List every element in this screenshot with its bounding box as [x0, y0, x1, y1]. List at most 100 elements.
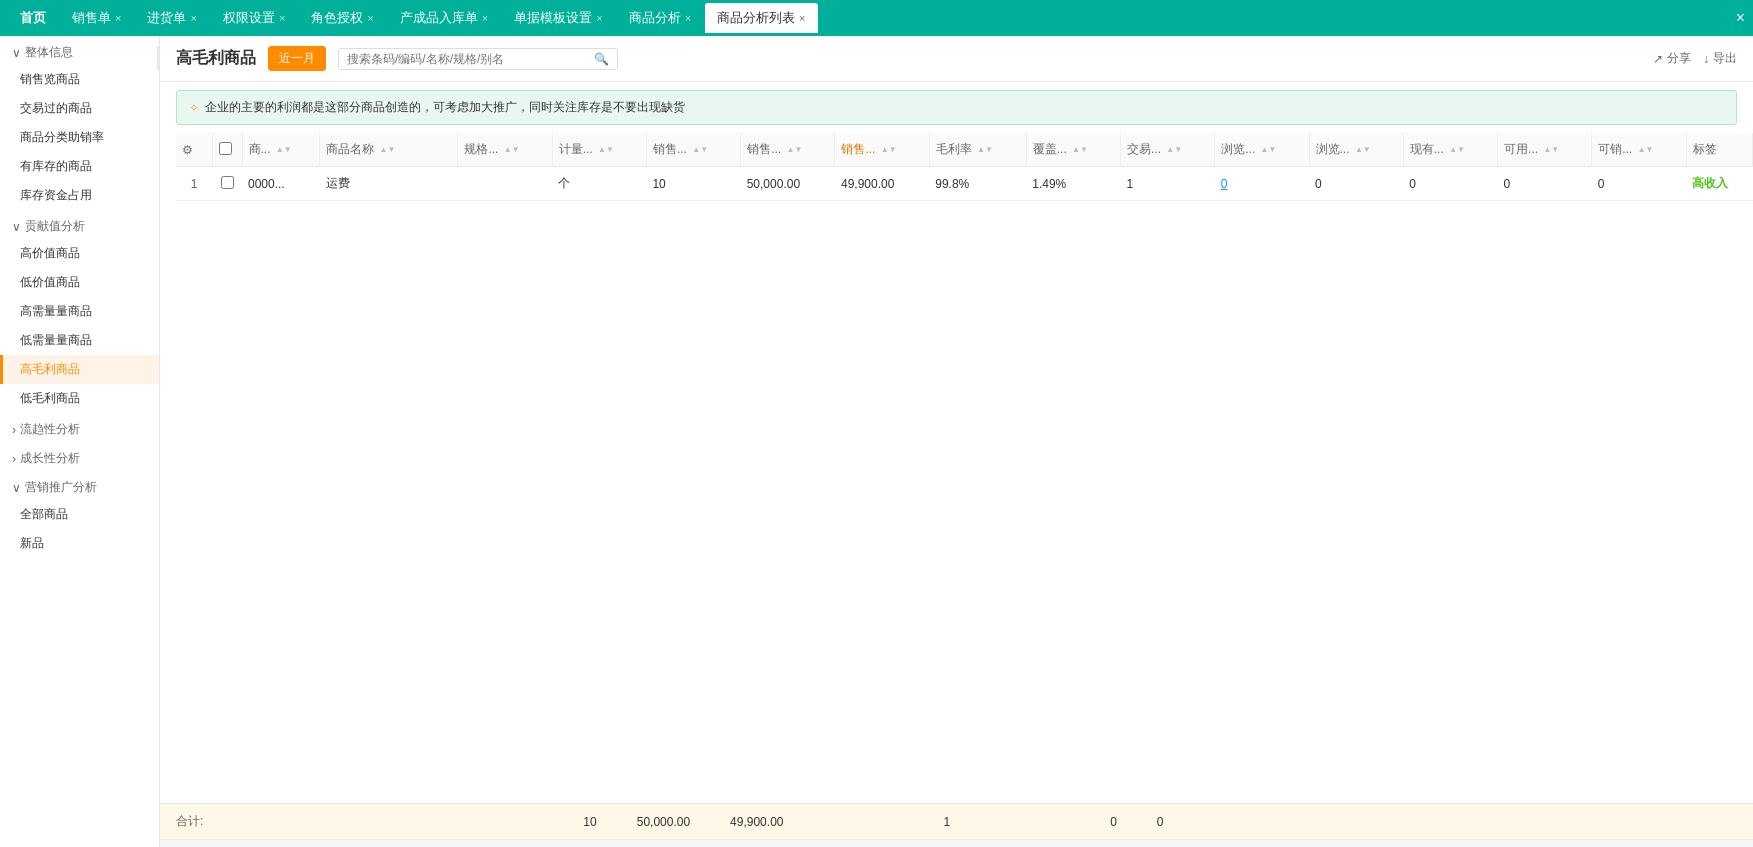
col-settings[interactable]: ⚙	[176, 133, 212, 167]
sidebar-item-goods-classification[interactable]: 商品分类助销率	[0, 123, 159, 152]
col-checkbox[interactable]	[212, 133, 242, 167]
tab-goods-analysis-list[interactable]: 商品分析列表 ×	[705, 3, 817, 33]
col-sales-qty[interactable]: 销售... ▲▼	[646, 133, 740, 167]
col-saleable-stock-sort[interactable]: ▲▼	[1638, 146, 1654, 154]
sidebar-item-low-value[interactable]: 低价值商品	[0, 268, 159, 297]
col-margin-rate-sort[interactable]: ▲▼	[977, 146, 993, 154]
group-growth-analysis-label: 成长性分析	[20, 450, 80, 467]
sidebar-item-all-goods-label: 全部商品	[20, 507, 68, 521]
tab-sales[interactable]: 销售单 ×	[60, 3, 133, 33]
row-tag: 高收入	[1686, 167, 1752, 201]
bottom-scrollbar-inner	[160, 840, 1753, 847]
row-browse2: 0	[1309, 167, 1403, 201]
col-spec[interactable]: 规格... ▲▼	[458, 133, 552, 167]
tab-roles[interactable]: 角色授权 ×	[299, 3, 385, 33]
col-coverage[interactable]: 覆盖... ▲▼	[1026, 133, 1120, 167]
tab-permissions[interactable]: 权限设置 ×	[211, 3, 297, 33]
row-checkbox-cell[interactable]	[212, 167, 242, 201]
search-icon[interactable]: 🔍	[594, 52, 609, 66]
tab-finished-goods[interactable]: 产成品入库单 ×	[388, 3, 500, 33]
sidebar-item-low-margin[interactable]: 低毛利商品	[0, 384, 159, 413]
search-input[interactable]	[347, 52, 588, 66]
tab-roles-label: 角色授权	[311, 9, 363, 27]
sidebar-collapse-button[interactable]: «	[157, 46, 160, 70]
tab-goods-analysis-list-label: 商品分析列表	[717, 9, 795, 27]
col-browse2-sort[interactable]: ▲▼	[1355, 146, 1371, 154]
col-current-stock-sort[interactable]: ▲▼	[1449, 146, 1465, 154]
group-trend-analysis-label: 流趋性分析	[20, 421, 80, 438]
sidebar-item-all-goods[interactable]: 全部商品	[0, 500, 159, 529]
col-name-label: 商品名称	[326, 142, 374, 156]
sidebar-item-low-demand[interactable]: 低需量量商品	[0, 326, 159, 355]
sidebar-item-sales-goods[interactable]: 销售览商品	[0, 65, 159, 94]
tab-goods-analysis-close[interactable]: ×	[685, 12, 691, 24]
bottom-scrollbar[interactable]	[160, 839, 1753, 847]
col-sales-cost-label: 销售...	[841, 142, 875, 156]
col-current-stock[interactable]: 现有... ▲▼	[1403, 133, 1497, 167]
col-code-sort[interactable]: ▲▼	[276, 146, 292, 154]
sidebar-item-high-margin[interactable]: 高毛利商品	[0, 355, 159, 384]
col-browse1[interactable]: 浏览... ▲▼	[1215, 133, 1309, 167]
tab-permissions-close[interactable]: ×	[279, 12, 285, 24]
col-available-stock-sort[interactable]: ▲▼	[1543, 146, 1559, 154]
tab-goods-analysis[interactable]: 商品分析 ×	[617, 3, 703, 33]
sidebar-item-new-goods[interactable]: 新品	[0, 529, 159, 558]
row-checkbox[interactable]	[221, 176, 234, 189]
select-all-checkbox[interactable]	[219, 142, 232, 155]
row-unit: 个	[552, 167, 646, 201]
tab-sales-close[interactable]: ×	[115, 12, 121, 24]
sidebar-item-in-stock-goods[interactable]: 有库存的商品	[0, 152, 159, 181]
tab-purchase[interactable]: 进货单 ×	[135, 3, 208, 33]
col-sales-amount-sort[interactable]: ▲▼	[787, 146, 803, 154]
export-button[interactable]: ↓ 导出	[1703, 50, 1737, 67]
group-value-analysis-arrow: ∨	[12, 220, 21, 234]
col-browse2[interactable]: 浏览... ▲▼	[1309, 133, 1403, 167]
col-saleable-stock[interactable]: 可销... ▲▼	[1592, 133, 1686, 167]
col-name-sort[interactable]: ▲▼	[380, 146, 396, 154]
col-available-stock[interactable]: 可用... ▲▼	[1498, 133, 1592, 167]
tab-home[interactable]: 首页	[8, 3, 58, 33]
info-banner: ✧ 企业的主要的利润都是这部分商品创造的，可考虑加大推广，同时关注库存是不要出现…	[176, 90, 1737, 125]
tab-goods-analysis-list-close[interactable]: ×	[799, 12, 805, 24]
sidebar-item-traded-goods[interactable]: 交易过的商品	[0, 94, 159, 123]
col-unit[interactable]: 计量... ▲▼	[552, 133, 646, 167]
tab-template-settings[interactable]: 单据模板设置 ×	[502, 3, 614, 33]
group-marketing-analysis-arrow: ∨	[12, 481, 21, 495]
top-nav: 首页 销售单 × 进货单 × 权限设置 × 角色授权 × 产成品入库单 × 单据…	[0, 0, 1753, 36]
sidebar-group-trend-analysis[interactable]: › 流趋性分析	[0, 413, 159, 442]
col-margin-rate[interactable]: 毛利率 ▲▼	[929, 133, 1026, 167]
sidebar-group-marketing-analysis[interactable]: ∨ 营销推广分析	[0, 471, 159, 500]
tab-finished-goods-close[interactable]: ×	[482, 12, 488, 24]
col-spec-label: 规格...	[464, 142, 498, 156]
period-button-recent-month[interactable]: 近一月	[268, 46, 326, 71]
tab-template-settings-close[interactable]: ×	[596, 12, 602, 24]
sidebar-group-value-analysis[interactable]: ∨ 贡献值分析	[0, 210, 159, 239]
share-button[interactable]: ↗ 分享	[1653, 50, 1691, 67]
window-close-button[interactable]: ×	[1736, 10, 1745, 26]
col-unit-sort[interactable]: ▲▼	[598, 146, 614, 154]
col-browse1-sort[interactable]: ▲▼	[1261, 146, 1277, 154]
tab-purchase-close[interactable]: ×	[190, 12, 196, 24]
col-spec-sort[interactable]: ▲▼	[504, 146, 520, 154]
sidebar-group-growth-analysis[interactable]: › 成长性分析	[0, 442, 159, 471]
row-browse1[interactable]: 0	[1215, 167, 1309, 201]
col-coverage-sort[interactable]: ▲▼	[1072, 146, 1088, 154]
footer-available-stock: 0	[1110, 815, 1117, 829]
col-sales-amount[interactable]: 销售... ▲▼	[741, 133, 835, 167]
row-available-stock: 0	[1498, 167, 1592, 201]
sidebar-item-high-value[interactable]: 高价值商品	[0, 239, 159, 268]
col-sales-cost[interactable]: 销售... ▲▼	[835, 133, 929, 167]
table-container[interactable]: ⚙ 商... ▲▼ 商品名称 ▲▼	[160, 133, 1753, 803]
col-transactions[interactable]: 交易... ▲▼	[1120, 133, 1214, 167]
tab-purchase-label: 进货单	[147, 9, 186, 27]
col-available-stock-label: 可用...	[1504, 142, 1538, 156]
col-code[interactable]: 商... ▲▼	[242, 133, 320, 167]
col-sales-cost-sort[interactable]: ▲▼	[881, 146, 897, 154]
sidebar-item-stock-capital[interactable]: 库存资金占用	[0, 181, 159, 210]
col-sales-qty-sort[interactable]: ▲▼	[692, 146, 708, 154]
tab-roles-close[interactable]: ×	[367, 12, 373, 24]
col-name[interactable]: 商品名称 ▲▼	[320, 133, 458, 167]
sidebar-item-high-demand[interactable]: 高需量量商品	[0, 297, 159, 326]
col-transactions-sort[interactable]: ▲▼	[1166, 146, 1182, 154]
sidebar-group-overall[interactable]: ∨ 整体信息	[0, 36, 159, 65]
